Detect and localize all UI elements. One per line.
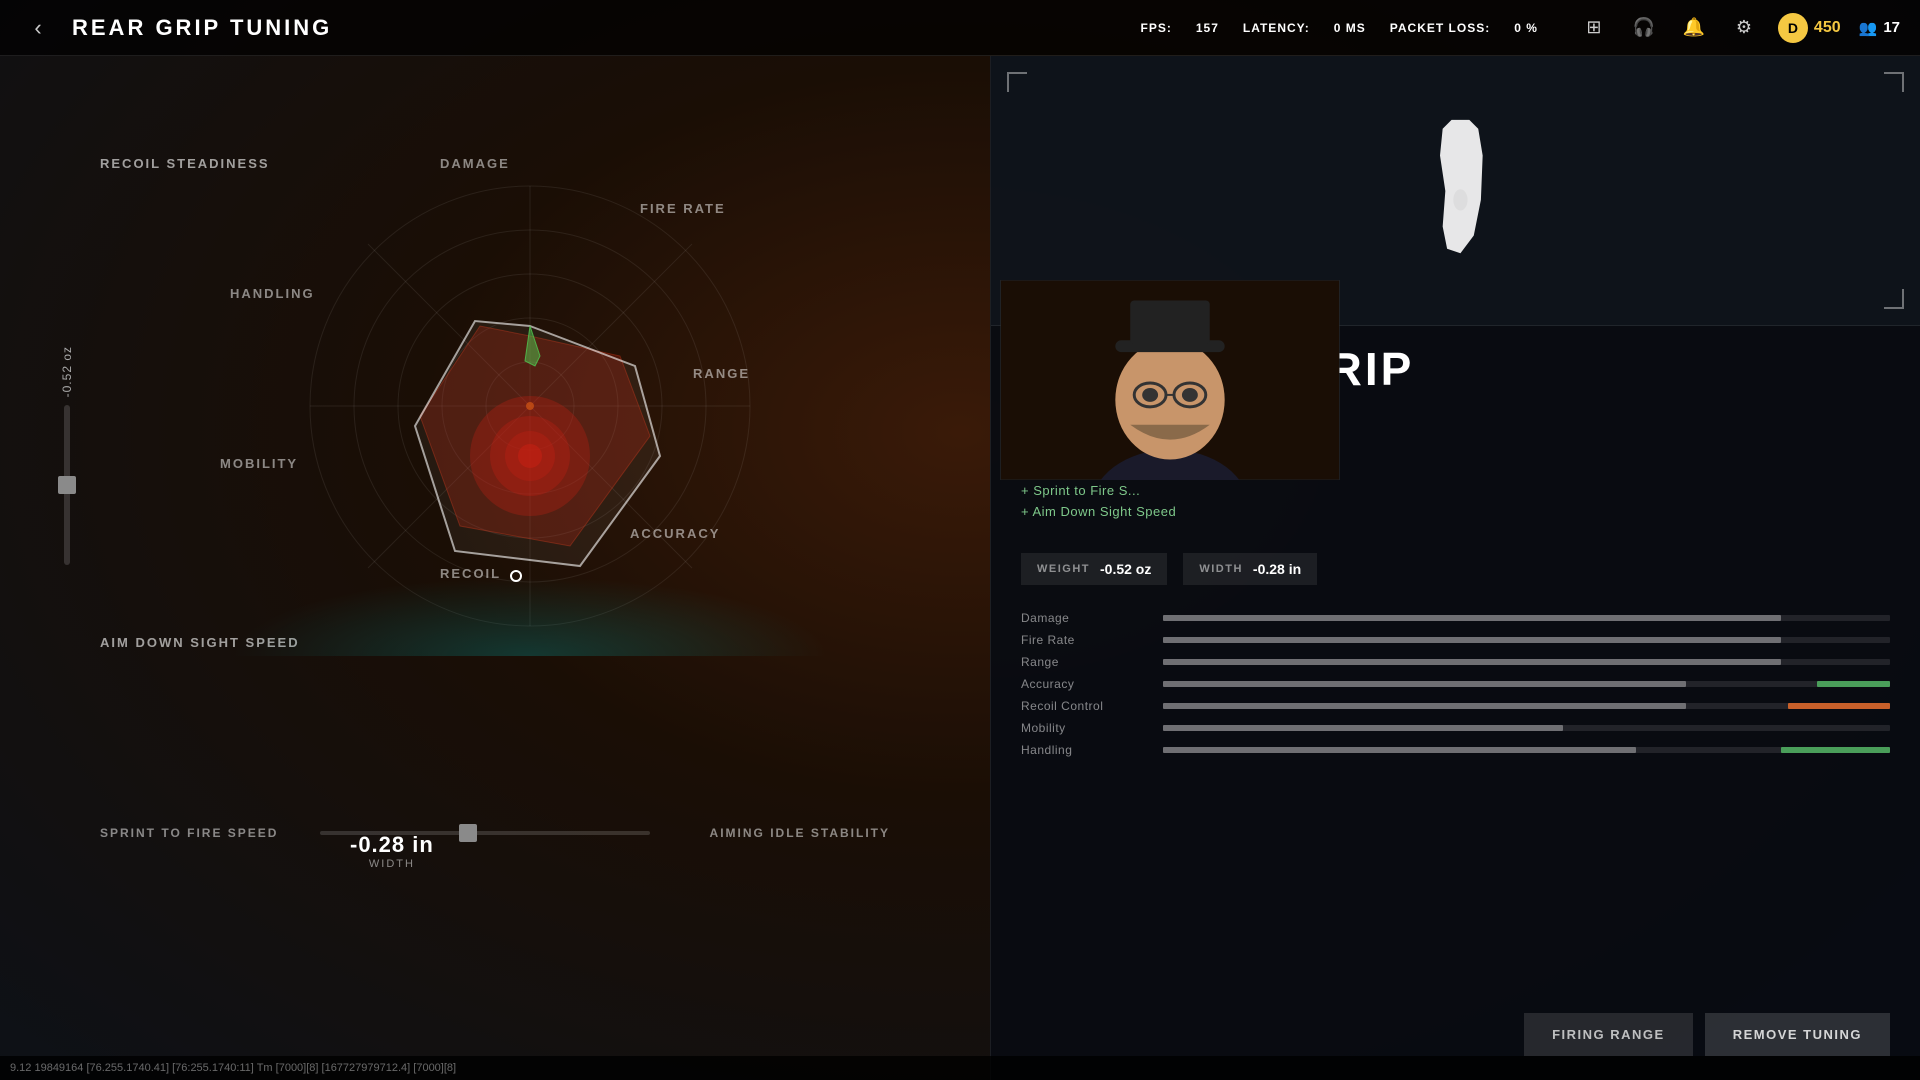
- remove-tuning-button[interactable]: REMOVE TUNING: [1705, 1013, 1890, 1056]
- stat-fill-handling: [1163, 747, 1636, 753]
- debug-bar: 9.12 19849164 [76.255.1740.41] [76:255.1…: [0, 1056, 1920, 1080]
- width-value-display: -0.28 in WIDTH: [350, 832, 434, 870]
- tuning-values: WEIGHT -0.52 oz WIDTH -0.28 in: [991, 537, 1920, 601]
- bottom-sliders: SPRINT TO FIRE SPEED AIMING IDLE STABILI…: [100, 826, 890, 840]
- stream-face: [1001, 281, 1339, 479]
- stat-name-recoil: Recoil Control: [1021, 699, 1151, 713]
- stat-fill-damage: [1163, 615, 1781, 621]
- aiming-idle-label: AIMING IDLE STABILITY: [670, 826, 890, 840]
- weight-value: -0.52 oz: [60, 346, 74, 397]
- packet-loss-value: 0 %: [1514, 21, 1538, 35]
- stat-bar-firerate: [1163, 637, 1890, 643]
- stat-fill-accuracy: [1163, 681, 1686, 687]
- weight-tuning-box: WEIGHT -0.52 oz: [1021, 553, 1167, 585]
- bell-icon[interactable]: 🔔: [1678, 12, 1710, 44]
- stat-fill-mobility: [1163, 725, 1563, 731]
- currency-display: D 450: [1778, 13, 1841, 43]
- right-panel: TRUE TAC GRIP A smooth rubbe... PROS + S…: [990, 56, 1920, 1080]
- weight-track[interactable]: [64, 405, 70, 565]
- stat-name-mobility: Mobility: [1021, 721, 1151, 735]
- weight-tuning-value: -0.52 oz: [1100, 561, 1151, 577]
- currency-icon: D: [1778, 13, 1808, 43]
- stat-fill-range: [1163, 659, 1781, 665]
- currency-value: 450: [1814, 19, 1841, 37]
- corner-br: [1884, 289, 1904, 309]
- top-bar: ‹ REAR GRIP TUNING FPS: 157 LATENCY: 0 M…: [0, 0, 1920, 56]
- recoil-steadiness-label: RECOIL STEADINESS: [100, 156, 270, 171]
- corner-tr: [1884, 72, 1904, 92]
- width-value-big: -0.28 in: [350, 832, 434, 858]
- stat-bar-mobility: [1163, 725, 1890, 731]
- stat-bar-recoil: [1163, 703, 1890, 709]
- stat-modifier-accuracy: [1817, 681, 1890, 687]
- stat-name-damage: Damage: [1021, 611, 1151, 625]
- stat-bar-accuracy: [1163, 681, 1890, 687]
- stat-name-handling: Handling: [1021, 743, 1151, 757]
- weight-tuning-label: WEIGHT: [1037, 563, 1090, 575]
- latency-label: LATENCY:: [1243, 21, 1310, 35]
- corner-tl: [1007, 72, 1027, 92]
- stat-bar-handling: [1163, 747, 1890, 753]
- weight-slider[interactable]: -0.52 oz: [60, 346, 74, 565]
- fps-label: FPS:: [1141, 21, 1172, 35]
- left-panel: DAMAGE FIRE RATE RANGE ACCURACY RECOIL M…: [0, 56, 990, 1080]
- friends-icon: 👥: [1859, 19, 1878, 37]
- friends-value: 17: [1883, 19, 1900, 36]
- sprint-slider-thumb[interactable]: [459, 824, 477, 842]
- page-title: REAR GRIP TUNING: [72, 15, 1141, 41]
- stat-fill-firerate: [1163, 637, 1781, 643]
- stat-row-accuracy: Accuracy: [1021, 677, 1890, 691]
- grip-image: [1396, 111, 1516, 271]
- aim-down-sight-label: AIM DOWN SIGHT SPEED: [100, 635, 300, 650]
- pros-item-2: + Aim Down Sight Speed: [1021, 504, 1890, 519]
- stream-overlay: [1000, 280, 1340, 480]
- sprint-label: SPRINT TO FIRE SPEED: [100, 826, 300, 840]
- stat-row-damage: Damage: [1021, 611, 1890, 625]
- back-button[interactable]: ‹: [20, 10, 56, 46]
- stat-row-recoil: Recoil Control: [1021, 699, 1890, 713]
- headset-icon[interactable]: 🎧: [1628, 12, 1660, 44]
- fps-value: 157: [1196, 21, 1219, 35]
- width-label: WIDTH: [350, 858, 434, 870]
- radar-chart: [280, 156, 780, 656]
- weight-thumb[interactable]: [58, 476, 76, 494]
- latency-value: 0 MS: [1334, 21, 1366, 35]
- bottom-buttons: FIRING RANGE REMOVE TUNING: [1524, 1013, 1890, 1056]
- width-tuning-value: -0.28 in: [1253, 561, 1301, 577]
- settings-icon[interactable]: ⚙: [1728, 12, 1760, 44]
- stat-row-range: Range: [1021, 655, 1890, 669]
- width-tuning-label: WIDTH: [1199, 563, 1243, 575]
- stat-row-handling: Handling: [1021, 743, 1890, 757]
- top-icons: ⊞ 🎧 🔔 ⚙ D 450 👥 17: [1578, 12, 1900, 44]
- stat-fill-recoil: [1163, 703, 1686, 709]
- stat-name-range: Range: [1021, 655, 1151, 669]
- grid-icon[interactable]: ⊞: [1578, 12, 1610, 44]
- stat-name-accuracy: Accuracy: [1021, 677, 1151, 691]
- packet-loss-label: PACKET LOSS:: [1390, 21, 1490, 35]
- sprint-slider-row: SPRINT TO FIRE SPEED AIMING IDLE STABILI…: [100, 826, 890, 840]
- stats-section: Damage Fire Rate Range Accuracy: [991, 601, 1920, 775]
- width-tuning-box: WIDTH -0.28 in: [1183, 553, 1317, 585]
- stat-row-firerate: Fire Rate: [1021, 633, 1890, 647]
- stat-row-mobility: Mobility: [1021, 721, 1890, 735]
- friends-display: 👥 17: [1859, 19, 1900, 37]
- stat-bar-damage: [1163, 615, 1890, 621]
- pros-item-1: + Sprint to Fire S...: [1021, 483, 1890, 498]
- stat-modifier-recoil: [1788, 703, 1890, 709]
- stat-bar-range: [1163, 659, 1890, 665]
- debug-coords: 9.12 19849164 [76.255.1740.41] [76:255.1…: [10, 1062, 456, 1074]
- firing-range-button[interactable]: FIRING RANGE: [1524, 1013, 1693, 1056]
- performance-stats: FPS: 157 LATENCY: 0 MS PACKET LOSS: 0 %: [1141, 21, 1538, 35]
- stat-name-firerate: Fire Rate: [1021, 633, 1151, 647]
- stat-modifier-handling: [1781, 747, 1890, 753]
